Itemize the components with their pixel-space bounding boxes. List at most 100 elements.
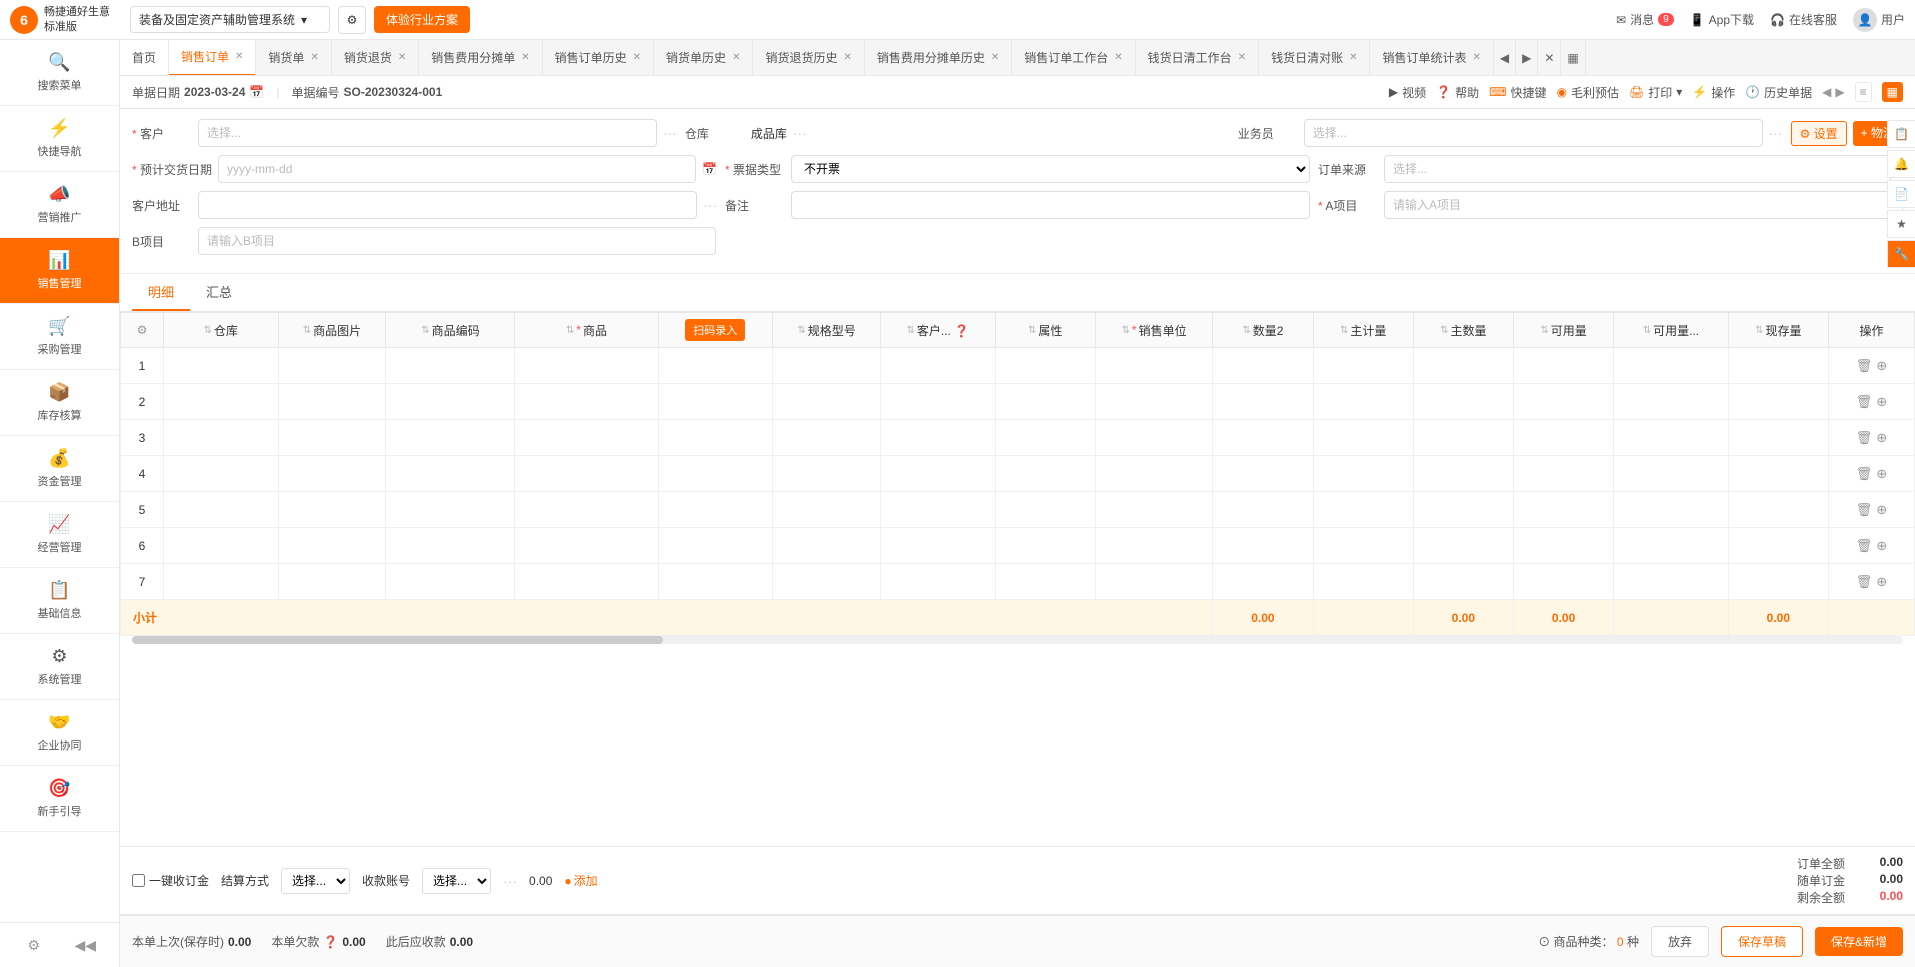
system-selector[interactable]: 装备及固定资产辅助管理系统 ▾: [130, 6, 330, 33]
view-toggle-grid[interactable]: ▦: [1882, 82, 1903, 102]
save-draft-button[interactable]: 保存草稿: [1721, 926, 1803, 957]
close-icon[interactable]: ✕: [521, 52, 529, 63]
message-button[interactable]: ✉ 消息 9: [1616, 11, 1674, 28]
online-service-button[interactable]: 🎧 在线客服: [1770, 11, 1837, 28]
shortcut-button[interactable]: ⌨ 快捷键: [1489, 84, 1546, 101]
row-copy-button[interactable]: ⊕: [1876, 502, 1887, 518]
customer-input[interactable]: [198, 119, 657, 147]
close-icon[interactable]: ✕: [1238, 52, 1246, 63]
close-icon[interactable]: ✕: [235, 51, 243, 62]
tab-close-button[interactable]: ✕: [1538, 40, 1561, 76]
staff-more-button[interactable]: ···: [1769, 125, 1783, 141]
tab-sales-order[interactable]: 销售订单 ✕: [169, 40, 256, 76]
tab-daily-account[interactable]: 钱货日清对账 ✕: [1259, 40, 1370, 76]
print-button[interactable]: 🖨 打印 ▾: [1629, 84, 1682, 101]
tab-return-history[interactable]: 销货退货历史 ✕: [753, 40, 864, 76]
row-copy-button[interactable]: ⊕: [1876, 394, 1887, 410]
tab-daily-workbench[interactable]: 钱货日清工作台 ✕: [1136, 40, 1259, 76]
scrollbar-thumb[interactable]: [132, 636, 663, 644]
sidebar-item-enterprise[interactable]: 🤝 企业协同: [0, 700, 119, 766]
row-copy-button[interactable]: ⊕: [1876, 574, 1887, 590]
scan-button[interactable]: 扫码录入: [685, 319, 745, 341]
row-delete-button[interactable]: 🗑: [1856, 430, 1873, 446]
tab-prev-button[interactable]: ◀: [1494, 40, 1516, 76]
right-side-button-4[interactable]: ★: [1887, 210, 1915, 238]
right-side-button-1[interactable]: 📋: [1887, 120, 1915, 148]
row-copy-button[interactable]: ⊕: [1876, 538, 1887, 554]
right-side-button-5[interactable]: 🔧: [1887, 240, 1915, 268]
close-icon[interactable]: ✕: [843, 52, 851, 63]
row-delete-button[interactable]: 🗑: [1856, 394, 1873, 410]
close-icon[interactable]: ✕: [1473, 52, 1481, 63]
close-icon[interactable]: ✕: [1349, 52, 1357, 63]
row-delete-button[interactable]: 🗑: [1856, 502, 1873, 518]
sidebar-settings-button[interactable]: ⚙: [20, 931, 48, 959]
tab-sales-invoice[interactable]: 销货单 ✕: [256, 40, 331, 76]
solution-button[interactable]: 体验行业方案: [374, 6, 470, 33]
close-icon[interactable]: ✕: [1114, 52, 1122, 63]
right-side-button-2[interactable]: 🔔: [1887, 150, 1915, 178]
operation-button[interactable]: ⚡ 操作: [1692, 84, 1735, 101]
row-copy-button[interactable]: ⊕: [1876, 430, 1887, 446]
sidebar-collapse-button[interactable]: ◀◀: [71, 931, 99, 959]
row-delete-button[interactable]: 🗑: [1856, 538, 1873, 554]
scrollbar-track[interactable]: [132, 636, 1903, 644]
user-menu-button[interactable]: 👤 用户: [1853, 8, 1905, 32]
sidebar-item-purchase[interactable]: 🛒 采购管理: [0, 304, 119, 370]
one-click-checkbox[interactable]: 一键收订金: [132, 872, 209, 889]
detail-tab-summary[interactable]: 汇总: [190, 274, 248, 311]
delivery-date-input[interactable]: [218, 155, 696, 183]
sidebar-item-system[interactable]: ⚙ 系统管理: [0, 634, 119, 700]
row-copy-button[interactable]: ⊕: [1876, 358, 1887, 374]
system-settings-button[interactable]: ⚙: [338, 6, 366, 34]
b-project-input[interactable]: [198, 227, 716, 255]
profit-button[interactable]: ◉ 毛利预估: [1556, 84, 1619, 101]
tab-expense-history[interactable]: 销售费用分摊单历史 ✕: [865, 40, 1012, 76]
calendar-icon[interactable]: 📅: [249, 85, 264, 99]
close-icon[interactable]: ✕: [398, 52, 406, 63]
detail-tab-detail[interactable]: 明细: [132, 274, 190, 311]
note-input[interactable]: [791, 191, 1310, 219]
row-delete-button[interactable]: 🗑: [1856, 466, 1873, 482]
close-icon[interactable]: ✕: [633, 52, 641, 63]
address-more-button[interactable]: ···: [703, 197, 717, 213]
sidebar-item-quicknav[interactable]: ⚡ 快捷导航: [0, 106, 119, 172]
sidebar-item-guide[interactable]: 🎯 新手引导: [0, 766, 119, 832]
prev-record-button[interactable]: ◀: [1822, 85, 1831, 99]
a-project-input[interactable]: [1384, 191, 1903, 219]
tab-order-history[interactable]: 销售订单历史 ✕: [543, 40, 654, 76]
close-icon[interactable]: ✕: [991, 52, 999, 63]
tab-invoice-history[interactable]: 销货单历史 ✕: [654, 40, 753, 76]
calendar-icon[interactable]: 📅: [702, 162, 717, 176]
staff-input[interactable]: [1304, 119, 1763, 147]
account-more-button[interactable]: ···: [503, 873, 517, 889]
view-video-button[interactable]: ▶ 视频: [1389, 84, 1426, 101]
next-record-button[interactable]: ▶: [1835, 85, 1844, 99]
right-side-button-3[interactable]: 📄: [1887, 180, 1915, 208]
tab-menu-button[interactable]: ▦: [1561, 40, 1585, 76]
sidebar-item-sales[interactable]: 📊 销售管理: [0, 238, 119, 304]
close-icon[interactable]: ✕: [310, 52, 318, 63]
discard-button[interactable]: 放弃: [1651, 926, 1709, 957]
account-select[interactable]: 选择...: [422, 868, 491, 894]
close-icon[interactable]: ✕: [732, 52, 740, 63]
row-delete-button[interactable]: 🗑: [1856, 574, 1873, 590]
tab-expense[interactable]: 销售费用分摊单 ✕: [419, 40, 542, 76]
save-new-button[interactable]: 保存&新增: [1815, 927, 1903, 956]
settings-button[interactable]: ⚙ 设置: [1791, 121, 1847, 146]
warehouse-more-button[interactable]: ···: [793, 125, 807, 141]
row-copy-button[interactable]: ⊕: [1876, 466, 1887, 482]
help-button[interactable]: ❓ 帮助: [1436, 84, 1479, 101]
sidebar-item-operations[interactable]: 📈 经营管理: [0, 502, 119, 568]
app-download-button[interactable]: 📱 App下载: [1690, 11, 1754, 28]
tab-home[interactable]: 首页: [120, 40, 169, 76]
add-payment-button[interactable]: ● 添加: [564, 872, 597, 889]
history-button[interactable]: 🕐 历史单据: [1745, 84, 1812, 101]
invoice-select[interactable]: 不开票: [791, 155, 1310, 183]
sidebar-item-finance[interactable]: 💰 资金管理: [0, 436, 119, 502]
sidebar-item-base-info[interactable]: 📋 基础信息: [0, 568, 119, 634]
customer-more-button[interactable]: ···: [663, 125, 677, 141]
one-click-checkbox-input[interactable]: [132, 874, 145, 887]
tab-return[interactable]: 销货退货 ✕: [332, 40, 419, 76]
address-input[interactable]: [198, 191, 697, 219]
